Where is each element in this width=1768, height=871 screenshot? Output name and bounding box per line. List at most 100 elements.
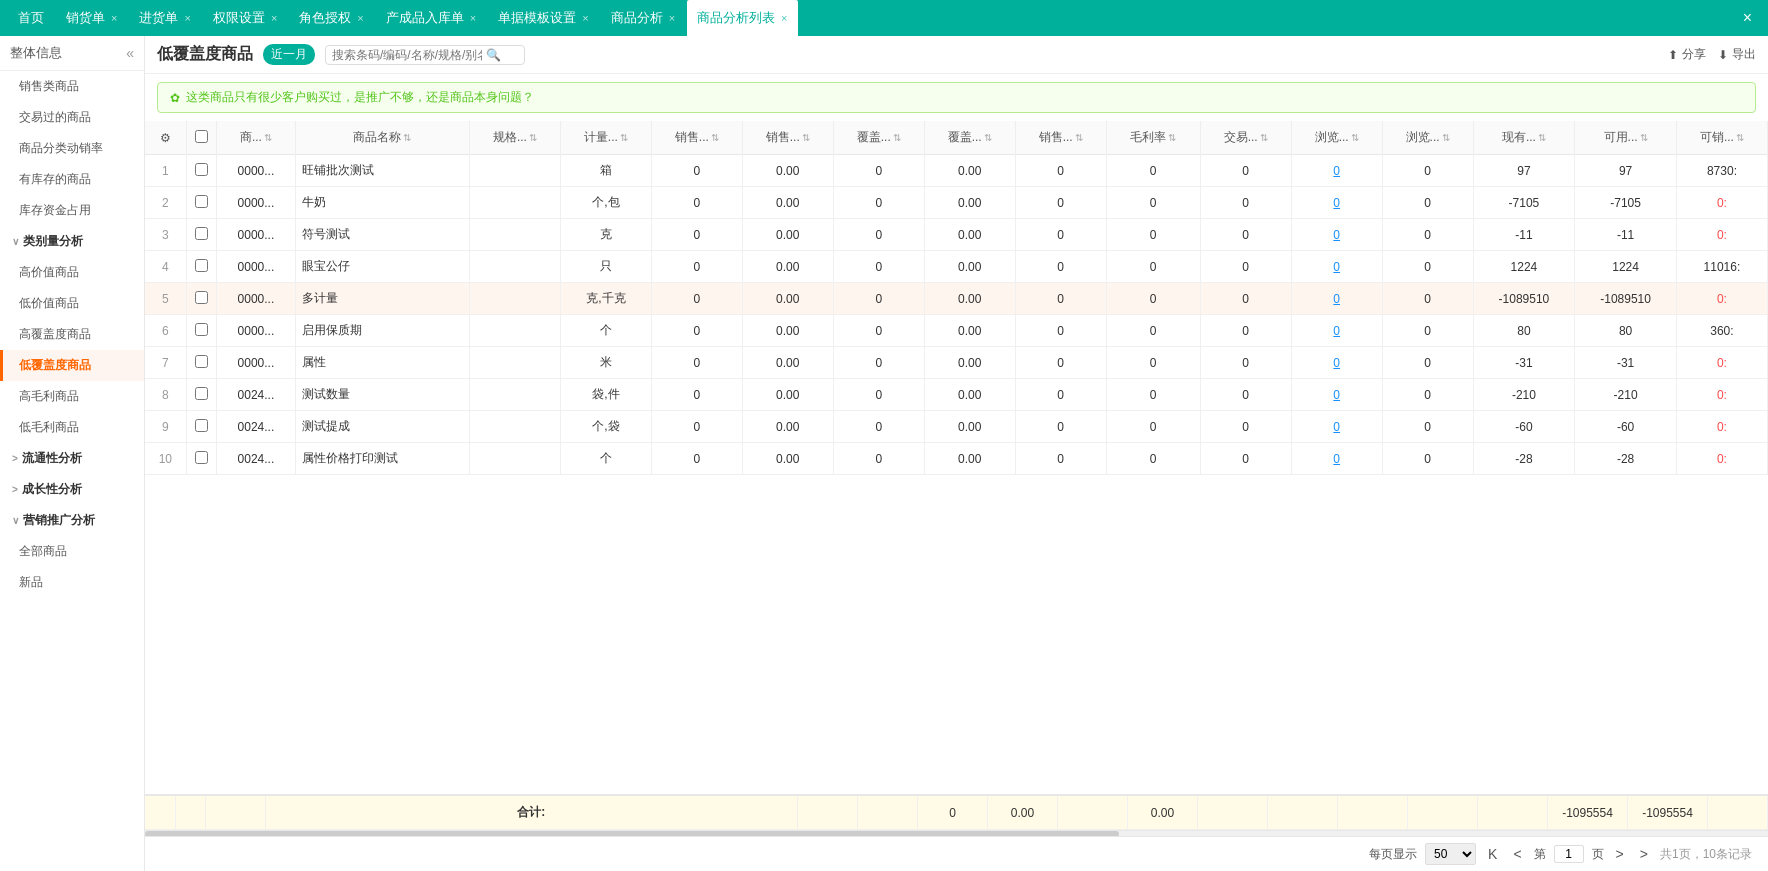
sidebar-item-high-coverage[interactable]: 高覆盖度商品	[0, 319, 144, 350]
row-checkbox[interactable]	[195, 163, 208, 176]
nav-product-in-close[interactable]: ×	[470, 12, 476, 24]
nav-role[interactable]: 角色授权 ×	[289, 0, 373, 36]
row-checkbox[interactable]	[195, 259, 208, 272]
sidebar-item-stock-fund[interactable]: 库存资金占用	[0, 195, 144, 226]
row-checkbox-cell[interactable]	[186, 379, 216, 411]
row-browse1[interactable]: 0	[1291, 379, 1382, 411]
nav-sales[interactable]: 销货单 ×	[56, 0, 127, 36]
row-browse1[interactable]: 0	[1291, 443, 1382, 475]
available-column-header[interactable]: 可用...⇅	[1575, 121, 1677, 155]
row-checkbox[interactable]	[195, 387, 208, 400]
row-code: 0000...	[216, 219, 295, 251]
current-column-header[interactable]: 现有...⇅	[1473, 121, 1575, 155]
settings-column-header[interactable]: ⚙	[145, 121, 186, 155]
nav-template-close[interactable]: ×	[582, 12, 588, 24]
name-column-header[interactable]: 商品名称⇅	[296, 121, 470, 155]
close-all-tabs[interactable]: ×	[1735, 9, 1760, 27]
sidebar-item-low-value[interactable]: 低价值商品	[0, 288, 144, 319]
row-browse1[interactable]: 0	[1291, 347, 1382, 379]
row-checkbox[interactable]	[195, 419, 208, 432]
row-browse1[interactable]: 0	[1291, 219, 1382, 251]
table-row: 10000...旺铺批次测试箱00.0000.000000097978730:	[145, 155, 1768, 187]
cover1-column-header[interactable]: 覆盖...⇅	[833, 121, 924, 155]
row-checkbox-cell[interactable]	[186, 347, 216, 379]
first-page-btn[interactable]: K	[1484, 845, 1501, 863]
row-checkbox[interactable]	[195, 451, 208, 464]
page-number-input[interactable]	[1554, 845, 1584, 863]
row-checkbox-cell[interactable]	[186, 443, 216, 475]
sidebar-item-high-value[interactable]: 高价值商品	[0, 257, 144, 288]
share-button[interactable]: ⬆ 分享	[1668, 46, 1706, 63]
row-browse1[interactable]: 0	[1291, 411, 1382, 443]
nav-goods-analysis-list[interactable]: 商品分析列表 ×	[687, 0, 797, 36]
sidebar-group-liquidity[interactable]: > 流通性分析	[0, 443, 144, 474]
page-size-select[interactable]: 20 50 100	[1425, 843, 1476, 865]
row-checkbox[interactable]	[195, 355, 208, 368]
nav-role-close[interactable]: ×	[357, 12, 363, 24]
nav-goods-analysis-close[interactable]: ×	[669, 12, 675, 24]
row-checkbox-cell[interactable]	[186, 251, 216, 283]
nav-goods-analysis[interactable]: 商品分析 ×	[601, 0, 685, 36]
row-browse1[interactable]: 0	[1291, 187, 1382, 219]
nav-purchase[interactable]: 进货单 ×	[129, 0, 200, 36]
sidebar-item-new-goods[interactable]: 新品	[0, 567, 144, 598]
sellable-column-header[interactable]: 可销...⇅	[1676, 121, 1767, 155]
row-checkbox-cell[interactable]	[186, 155, 216, 187]
sales-qty-column-header[interactable]: 销售...⇅	[651, 121, 742, 155]
sidebar-item-traded-goods[interactable]: 交易过的商品	[0, 102, 144, 133]
nav-goods-analysis-list-close[interactable]: ×	[781, 12, 787, 24]
gross-column-header[interactable]: 毛利率⇅	[1106, 121, 1200, 155]
sidebar-item-sales-goods[interactable]: 销售类商品	[0, 71, 144, 102]
row-checkbox[interactable]	[195, 227, 208, 240]
spec-column-header[interactable]: 规格...⇅	[469, 121, 560, 155]
sidebar-item-low-coverage[interactable]: 低覆盖度商品	[0, 350, 144, 381]
select-all-checkbox[interactable]	[195, 130, 208, 143]
sidebar-item-low-profit[interactable]: 低毛利商品	[0, 412, 144, 443]
sidebar-group-marketing[interactable]: ∨ 营销推广分析	[0, 505, 144, 536]
search-input[interactable]	[332, 48, 482, 62]
row-browse1[interactable]: 0	[1291, 251, 1382, 283]
sales-amt-column-header[interactable]: 销售...⇅	[742, 121, 833, 155]
last-page-btn[interactable]: >	[1636, 845, 1652, 863]
nav-permission-close[interactable]: ×	[271, 12, 277, 24]
nav-home[interactable]: 首页	[8, 0, 54, 36]
sidebar-item-high-profit[interactable]: 高毛利商品	[0, 381, 144, 412]
nav-purchase-close[interactable]: ×	[184, 12, 190, 24]
row-browse1[interactable]: 0	[1291, 155, 1382, 187]
row-checkbox[interactable]	[195, 323, 208, 336]
row-checkbox[interactable]	[195, 291, 208, 304]
row-checkbox-cell[interactable]	[186, 187, 216, 219]
sidebar-item-category-rate[interactable]: 商品分类动销率	[0, 133, 144, 164]
sidebar-item-stock-goods[interactable]: 有库存的商品	[0, 164, 144, 195]
code-column-header[interactable]: 商...⇅	[216, 121, 295, 155]
export-button[interactable]: ⬇ 导出	[1718, 46, 1756, 63]
sidebar-group-category[interactable]: ∨ 类别量分析	[0, 226, 144, 257]
search-icon[interactable]: 🔍	[486, 48, 501, 62]
trade-column-header[interactable]: 交易...⇅	[1200, 121, 1291, 155]
nav-permission[interactable]: 权限设置 ×	[203, 0, 287, 36]
browse1-column-header[interactable]: 浏览...⇅	[1291, 121, 1382, 155]
time-filter-btn[interactable]: 近一月	[263, 44, 315, 65]
row-checkbox-cell[interactable]	[186, 315, 216, 347]
nav-template[interactable]: 单据模板设置 ×	[488, 0, 598, 36]
row-browse2: 0	[1382, 443, 1473, 475]
row-browse1[interactable]: 0	[1291, 283, 1382, 315]
sidebar-collapse-btn[interactable]: «	[126, 45, 134, 61]
row-checkbox-cell[interactable]	[186, 283, 216, 315]
row-checkbox-cell[interactable]	[186, 219, 216, 251]
row-checkbox-cell[interactable]	[186, 411, 216, 443]
prev-page-btn[interactable]: <	[1509, 845, 1525, 863]
row-checkbox[interactable]	[195, 195, 208, 208]
row-spec	[469, 443, 560, 475]
unit-column-header[interactable]: 计量...⇅	[560, 121, 651, 155]
nav-product-in[interactable]: 产成品入库单 ×	[376, 0, 486, 36]
next-page-btn[interactable]: >	[1612, 845, 1628, 863]
row-browse1[interactable]: 0	[1291, 315, 1382, 347]
sales3-column-header[interactable]: 销售...⇅	[1015, 121, 1106, 155]
cover2-column-header[interactable]: 覆盖...⇅	[924, 121, 1015, 155]
browse2-column-header[interactable]: 浏览...⇅	[1382, 121, 1473, 155]
nav-sales-close[interactable]: ×	[111, 12, 117, 24]
data-table-wrapper: ⚙ 商...⇅ 商品名称⇅ 规格...⇅ 计量...⇅ 销售...⇅ 销售...…	[145, 121, 1768, 794]
sidebar-group-growth[interactable]: > 成长性分析	[0, 474, 144, 505]
sidebar-item-all-goods[interactable]: 全部商品	[0, 536, 144, 567]
